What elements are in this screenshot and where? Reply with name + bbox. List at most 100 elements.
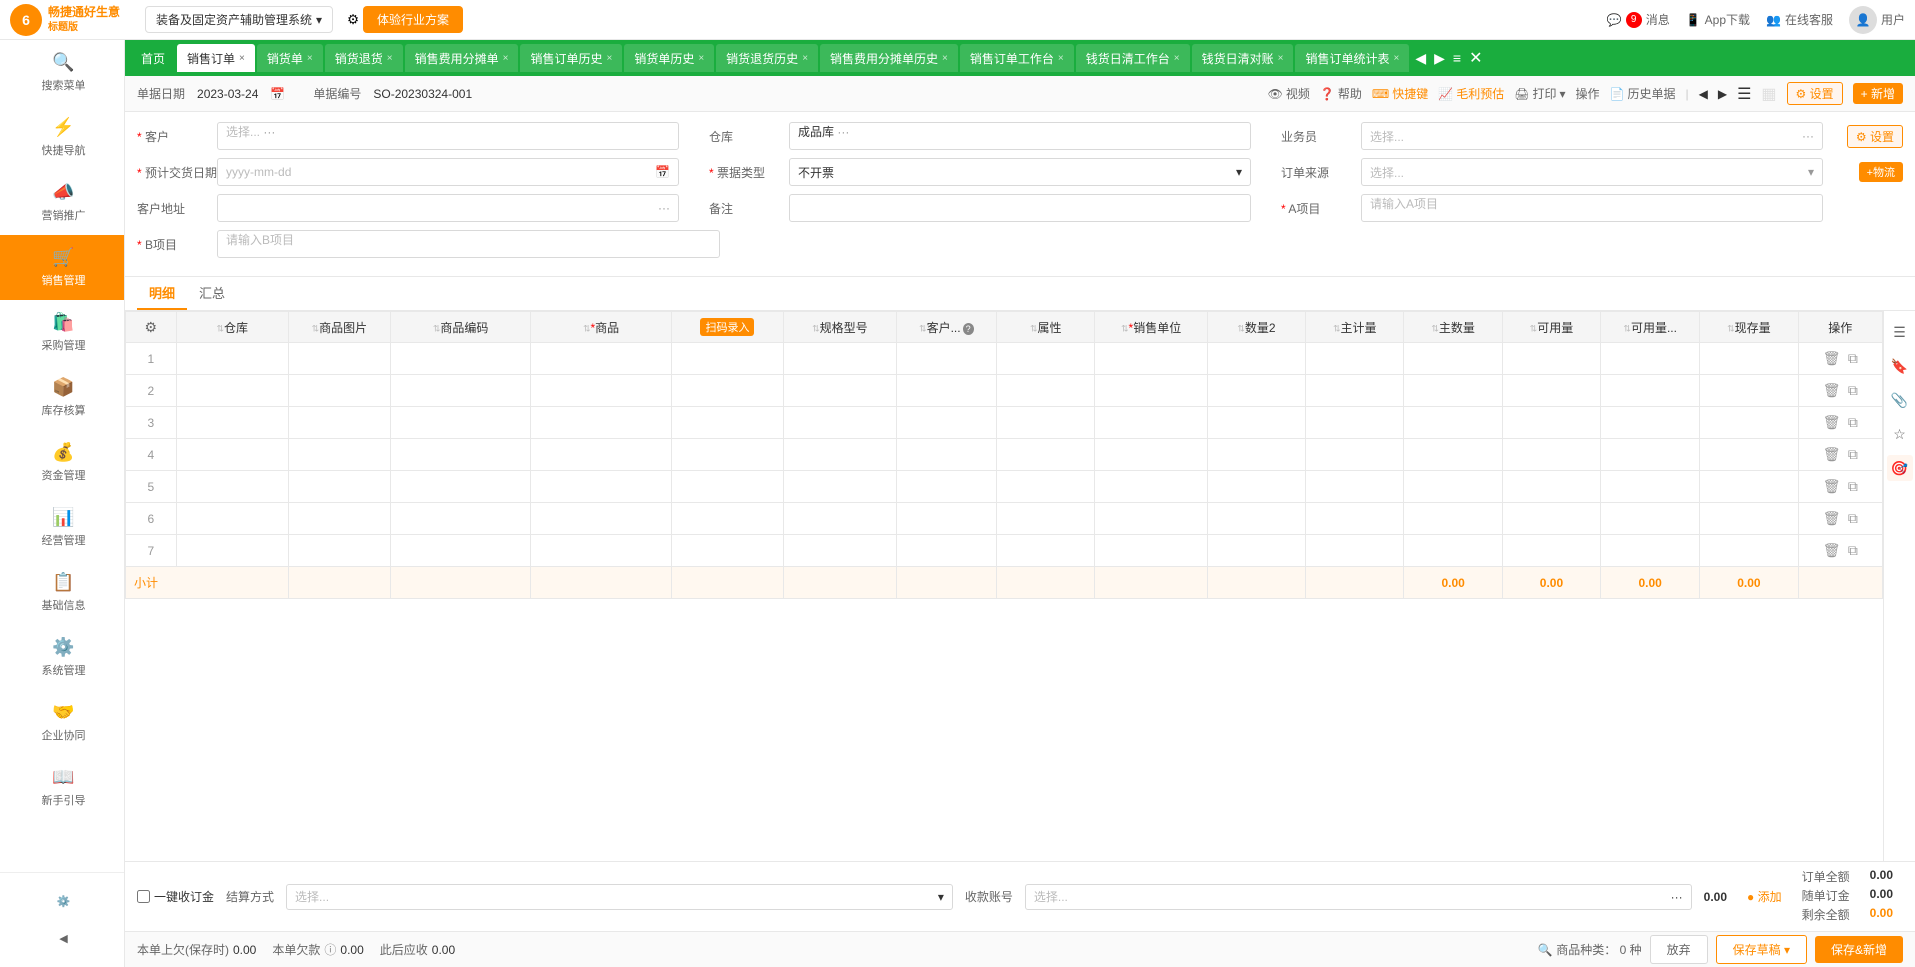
row-1-stock[interactable] [1700,343,1798,375]
right-panel-star-icon[interactable]: ☆ [1887,421,1913,447]
row-2-warehouse[interactable] [176,375,288,407]
tab-sales-order[interactable]: 销售订单 × [177,44,255,72]
add-button[interactable]: + 新增 [1853,83,1903,104]
row-1-main-unit[interactable] [1306,343,1404,375]
account-more-icon[interactable]: ··· [1671,890,1683,904]
tab-detail[interactable]: 明细 [137,277,187,310]
sidebar-item-sales[interactable]: 🛒 销售管理 [0,235,124,300]
row-7-copy-btn[interactable]: ⧉ [1846,540,1860,561]
row-6-available2[interactable] [1601,503,1700,535]
row-1-qty2[interactable] [1207,343,1305,375]
tab-close-return-history[interactable]: × [802,53,808,64]
row-7-attr[interactable] [997,535,1095,567]
row-2-image[interactable] [288,375,390,407]
row-6-qty2[interactable] [1207,503,1305,535]
row-3-spec[interactable] [784,407,896,439]
form-setting-btn[interactable]: ⚙ 设置 [1847,125,1903,148]
row-4-delete-btn[interactable]: 🗑 [1821,444,1843,465]
profit-btn[interactable]: 📈 毛利预估 [1438,85,1504,102]
tab-sales-bill[interactable]: 销货单 × [257,44,323,72]
help-btn[interactable]: ❓ 帮助 [1320,85,1362,102]
row-3-warehouse[interactable] [176,407,288,439]
row-5-image[interactable] [288,471,390,503]
sidebar-item-cooperation[interactable]: 🤝 企业协同 [0,690,124,755]
view-btn[interactable]: 👁 视频 [1268,85,1310,102]
row-4-attr[interactable] [997,439,1095,471]
table-container[interactable]: ⚙ ⇅仓库 ⇅商品图片 ⇅商品编码 [125,311,1883,861]
payment-method-select[interactable]: 选择... ▾ [286,884,953,910]
row-4-scan[interactable] [671,439,783,471]
col-settings-icon[interactable]: ⚙ [145,319,158,335]
row-5-unit[interactable] [1095,471,1207,503]
customer-input[interactable]: 选择... ··· [217,122,679,150]
sidebar-item-guide[interactable]: 📖 新手引导 [0,755,124,820]
save-draft-chevron[interactable]: ▾ [1784,943,1790,957]
row-1-attr[interactable] [997,343,1095,375]
row-7-code[interactable] [390,535,530,567]
row-7-warehouse[interactable] [176,535,288,567]
tab-sales-order-history[interactable]: 销售订单历史 × [520,44,622,72]
a-project-input[interactable]: 请输入A项目 [1361,194,1823,222]
tab-home[interactable]: 首页 [129,44,177,72]
row-5-stock[interactable] [1700,471,1798,503]
warehouse-more-icon[interactable]: ··· [837,125,849,139]
row-2-unit[interactable] [1095,375,1207,407]
row-1-spec[interactable] [784,343,896,375]
row-7-main-unit[interactable] [1306,535,1404,567]
tab-close-sales-expense[interactable]: × [503,53,509,64]
tab-close-sales-stats[interactable]: × [1393,53,1399,64]
tab-prev-btn[interactable]: ◀ [1411,50,1430,67]
row-7-qty2[interactable] [1207,535,1305,567]
sidebar-item-quicknav[interactable]: ⚡ 快捷导航 [0,105,124,170]
row-5-attr[interactable] [997,471,1095,503]
row-7-available2[interactable] [1601,535,1700,567]
row-2-delete-btn[interactable]: 🗑 [1821,380,1843,401]
scheme-button[interactable]: 体验行业方案 [363,6,463,33]
row-6-available[interactable] [1502,503,1600,535]
tab-daily-workbench[interactable]: 钱货日清工作台 × [1076,44,1190,72]
row-3-code[interactable] [390,407,530,439]
row-2-stock[interactable] [1700,375,1798,407]
calendar-icon[interactable]: 📅 [270,87,285,101]
row-4-unit[interactable] [1095,439,1207,471]
row-3-copy-btn[interactable]: ⧉ [1846,412,1860,433]
row-1-delete-btn[interactable]: 🗑 [1821,348,1843,369]
tab-summary[interactable]: 汇总 [187,277,237,310]
row-4-code[interactable] [390,439,530,471]
online-service-item[interactable]: 👥 在线客服 [1766,11,1833,28]
tab-close-order-workbench[interactable]: × [1058,53,1064,64]
tab-next-btn[interactable]: ▶ [1430,50,1449,67]
row-7-spec[interactable] [784,535,896,567]
account-select[interactable]: 选择... ··· [1025,884,1692,910]
row-7-customer-code[interactable] [896,535,997,567]
tab-close-sales-bill[interactable]: × [307,53,313,64]
row-3-customer-code[interactable] [896,407,997,439]
row-5-scan[interactable] [671,471,783,503]
sidebar-item-operations[interactable]: 📊 经营管理 [0,495,124,560]
row-4-available2[interactable] [1601,439,1700,471]
tab-sales-stats[interactable]: 销售订单统计表 × [1295,44,1409,72]
tab-sales-return[interactable]: 销货退货 × [325,44,403,72]
tab-expense-history[interactable]: 销售费用分摊单历史 × [820,44,958,72]
row-2-attr[interactable] [997,375,1095,407]
row-2-copy-btn[interactable]: ⧉ [1846,380,1860,401]
tab-sales-expense[interactable]: 销售费用分摊单 × [405,44,519,72]
warehouse-input[interactable]: 成品库 ··· [789,122,1251,150]
row-4-spec[interactable] [784,439,896,471]
row-5-available[interactable] [1502,471,1600,503]
row-7-scan[interactable] [671,535,783,567]
sidebar-item-basic[interactable]: 📋 基础信息 [0,560,124,625]
row-3-image[interactable] [288,407,390,439]
row-5-main-qty[interactable] [1404,471,1502,503]
row-6-delete-btn[interactable]: 🗑 [1821,508,1843,529]
tab-close-expense-history[interactable]: × [942,53,948,64]
tab-menu-btn[interactable]: ≡ [1449,50,1465,66]
row-7-delete-btn[interactable]: 🗑 [1821,540,1843,561]
row-4-stock[interactable] [1700,439,1798,471]
order-source-chevron[interactable]: ▾ [1808,165,1814,179]
row-6-main-unit[interactable] [1306,503,1404,535]
delivery-calendar-icon[interactable]: 📅 [655,165,670,179]
row-6-customer-code[interactable] [896,503,997,535]
sidebar-item-purchase[interactable]: 🛍️ 采购管理 [0,300,124,365]
tab-close-sales-return[interactable]: × [387,53,393,64]
